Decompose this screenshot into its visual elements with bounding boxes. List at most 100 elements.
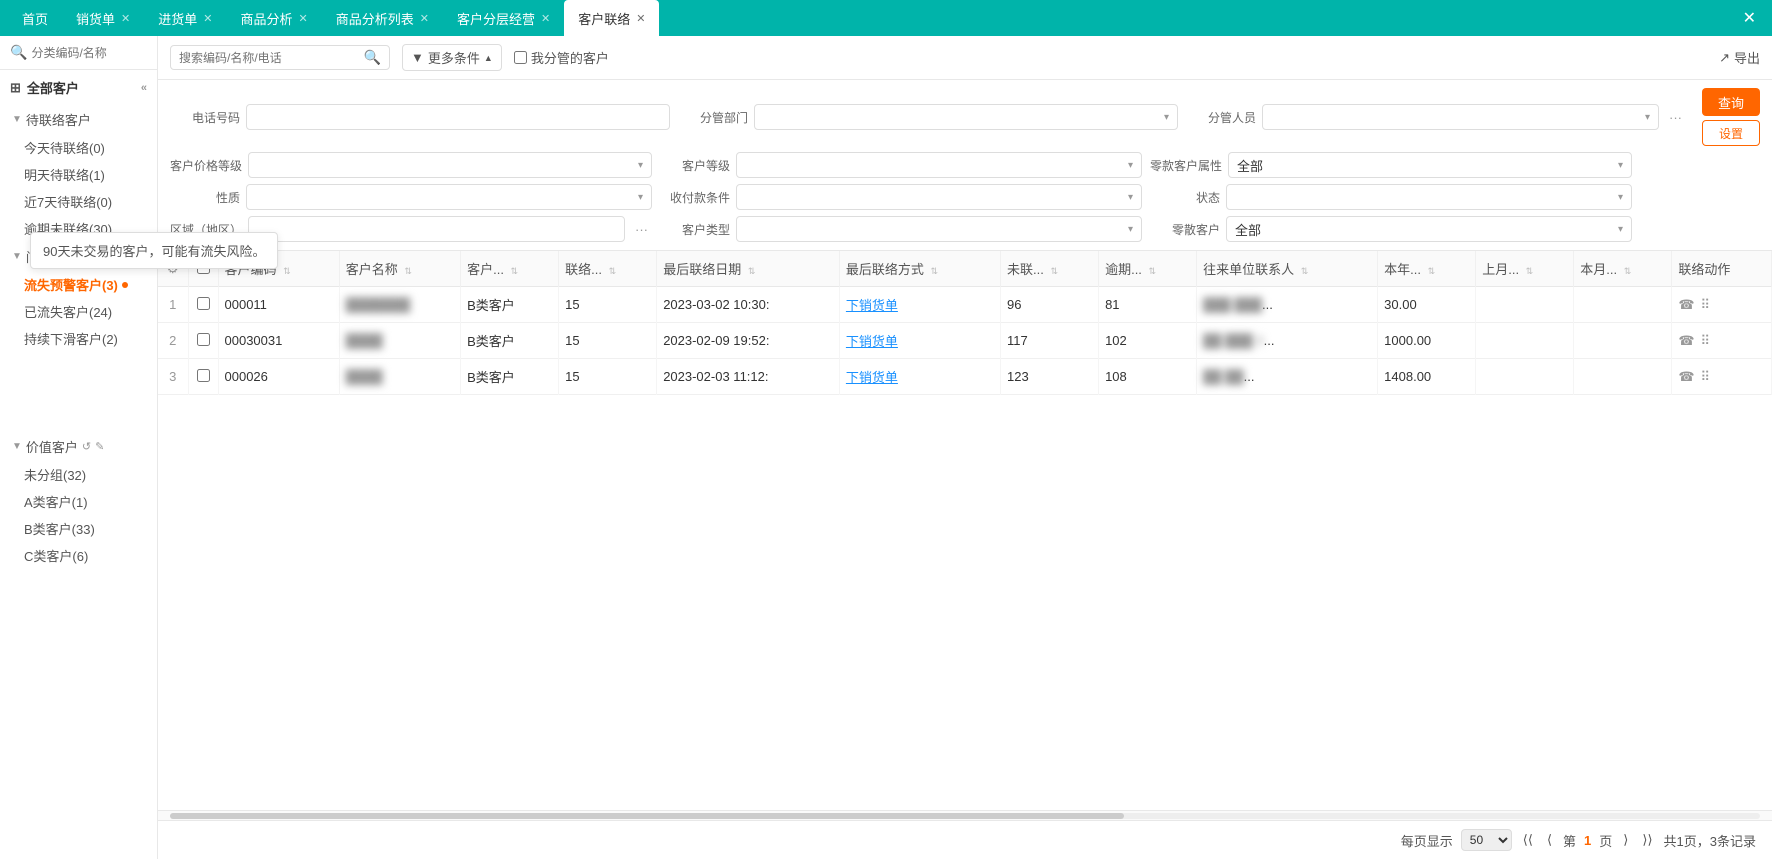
my-customers-checkbox[interactable] <box>514 51 527 64</box>
filter-payment-select[interactable]: ▾ <box>736 184 1142 210</box>
active-dot-icon <box>122 282 128 288</box>
sidebar-item-b-class[interactable]: B类客户(33) <box>0 515 157 542</box>
action-more-icon-3[interactable]: ⠿ <box>1701 369 1711 385</box>
filter-region-more[interactable]: ··· <box>631 222 652 237</box>
export-icon: ↗ <box>1719 50 1730 66</box>
row-last-type-2[interactable]: 下销货单 <box>839 323 1000 359</box>
tab-product-analysis[interactable]: 商品分析 ✕ <box>226 0 321 36</box>
col-last-month[interactable]: 上月... ⇅ <box>1476 251 1574 287</box>
col-this-month[interactable]: 本月... ⇅ <box>1574 251 1672 287</box>
tab-close-customer-contact[interactable]: ✕ <box>636 12 645 25</box>
filter-dept-label: 分管部门 <box>678 109 748 126</box>
row-checkbox-3[interactable] <box>188 359 218 395</box>
tab-close-sales-order[interactable]: ✕ <box>121 12 130 25</box>
grid-icon: ⊞ <box>10 80 21 96</box>
tab-customer-tier[interactable]: 客户分层经营 ✕ <box>443 0 564 36</box>
filter-status-select[interactable]: ▾ <box>1226 184 1632 210</box>
sidebar-search-input[interactable] <box>31 46 147 60</box>
filter-person-more[interactable]: ··· <box>1665 110 1686 125</box>
chevron-down-icon-nature: ▾ <box>638 192 643 203</box>
sidebar-item-churned[interactable]: 已流失客户(24) <box>0 298 157 325</box>
my-customers-label[interactable]: 我分管的客户 <box>514 48 609 67</box>
page-nav-prev[interactable]: ⟨ <box>1544 832 1555 848</box>
row-checkbox-2[interactable] <box>188 323 218 359</box>
sidebar-item-tomorrow-pending[interactable]: 明天待联络(1) <box>0 161 157 188</box>
filter-status-label: 状态 <box>1150 189 1220 206</box>
edit-icon[interactable]: ✎ <box>95 440 104 453</box>
tab-customer-contact[interactable]: 客户联络 ✕ <box>564 0 659 36</box>
sidebar-group-value[interactable]: ▼ 价值客户 ↺ ✎ <box>0 432 157 461</box>
filter-nature-select[interactable]: ▾ <box>246 184 652 210</box>
tab-sales-order[interactable]: 销货单 ✕ <box>62 0 144 36</box>
main-search-icon[interactable]: 🔍 <box>364 49 381 66</box>
col-name[interactable]: 客户名称 ⇅ <box>339 251 460 287</box>
sidebar-item-today-pending[interactable]: 今天待联络(0) <box>0 134 157 161</box>
row-last-month-2 <box>1476 323 1574 359</box>
refresh-icon[interactable]: ↺ <box>82 440 91 453</box>
tab-close-customer-tier[interactable]: ✕ <box>541 12 550 25</box>
tab-close-product-list[interactable]: ✕ <box>420 12 429 25</box>
sidebar-group-pending[interactable]: ▼ 待联络客户 <box>0 105 157 134</box>
col-contact-num[interactable]: 联络... ⇅ <box>559 251 657 287</box>
col-un-contact[interactable]: 未联... ⇅ <box>1001 251 1099 287</box>
action-more-icon-2[interactable]: ⠿ <box>1701 333 1711 349</box>
tab-home[interactable]: 首页 <box>8 0 62 36</box>
row-checkbox-1[interactable] <box>188 287 218 323</box>
col-last-contact-type[interactable]: 最后联络方式 ⇅ <box>839 251 1000 287</box>
query-button[interactable]: 查询 <box>1702 88 1760 116</box>
filter-person-select[interactable]: ▾ <box>1262 104 1659 130</box>
sidebar-item-unclassified[interactable]: 未分组(32) <box>0 461 157 488</box>
col-type[interactable]: 客户... ⇅ <box>461 251 559 287</box>
sidebar-item-c-class[interactable]: C类客户(6) <box>0 542 157 569</box>
filter-retail-prop-select[interactable]: 全部 ▾ <box>1228 152 1632 178</box>
page-size-select[interactable]: 50 100 200 <box>1461 829 1512 851</box>
action-more-icon-1[interactable]: ⠿ <box>1701 297 1711 313</box>
sidebar-item-a-class[interactable]: A类客户(1) <box>0 488 157 515</box>
action-contact-icon-1[interactable]: ☎ <box>1678 297 1694 313</box>
sidebar-search-area: 🔍 <box>0 36 157 70</box>
row-last-type-1[interactable]: 下销货单 <box>839 287 1000 323</box>
row-code-3: 000026 <box>218 359 339 395</box>
col-contact-person[interactable]: 往来单位联系人 ⇅ <box>1197 251 1378 287</box>
filter-cust-grade-select[interactable]: ▾ <box>736 152 1142 178</box>
action-contact-icon-3[interactable]: ☎ <box>1678 369 1694 385</box>
export-btn[interactable]: ↗ 导出 <box>1719 48 1760 67</box>
filter-cust-type-select[interactable]: ▾ <box>736 216 1142 242</box>
filter-dept-select[interactable]: ▾ <box>754 104 1178 130</box>
row-type-3: B类客户 <box>461 359 559 395</box>
col-action: 联络动作 <box>1672 251 1772 287</box>
filter-row-1: 电话号码 分管部门 ▾ 分管人员 ▾ ··· <box>170 88 1760 146</box>
filter-region-select[interactable] <box>248 216 625 242</box>
tab-close-purchase-order[interactable]: ✕ <box>203 12 212 25</box>
row-action-3: ☎ ⠿ <box>1672 359 1772 395</box>
col-last-contact-date[interactable]: 最后联络日期 ⇅ <box>657 251 840 287</box>
page-nav-next[interactable]: ⟩ <box>1620 832 1631 848</box>
row-type-1: B类客户 <box>461 287 559 323</box>
filter-price-grade-select[interactable]: ▾ <box>248 152 652 178</box>
sidebar-all-customers[interactable]: ⊞ 全部客户 « <box>0 70 157 105</box>
page-nav-first[interactable]: ⟨⟨ <box>1520 832 1536 848</box>
chevron-down-icon-scatter: ▾ <box>1618 224 1623 235</box>
sidebar-item-7day-pending[interactable]: 近7天待联络(0) <box>0 188 157 215</box>
tab-purchase-order[interactable]: 进货单 ✕ <box>144 0 226 36</box>
window-close-button[interactable]: ✕ <box>1735 8 1764 28</box>
tab-close-product-analysis[interactable]: ✕ <box>299 12 308 25</box>
filter-scatter-select[interactable]: 全部 ▾ <box>1226 216 1632 242</box>
row-last-type-3[interactable]: 下销货单 <box>839 359 1000 395</box>
page-nav-last[interactable]: ⟩⟩ <box>1639 832 1655 848</box>
h-scrollbar-thumb[interactable] <box>170 813 1124 819</box>
tooltip-churn: 90天未交易的客户，可能有流失风险。 <box>30 232 158 269</box>
row-this-year-3: 1408.00 <box>1378 359 1476 395</box>
filter-phone-input[interactable] <box>246 104 670 130</box>
sidebar-item-churn-warning[interactable]: 流失预警客户(3) <box>0 271 157 298</box>
col-this-year[interactable]: 本年... ⇅ <box>1378 251 1476 287</box>
sidebar-item-declining[interactable]: 持续下滑客户(2) <box>0 325 157 352</box>
tab-bar: 首页 销货单 ✕ 进货单 ✕ 商品分析 ✕ 商品分析列表 ✕ 客户分层经营 ✕ … <box>0 0 1772 36</box>
more-conditions-btn[interactable]: ▼ 更多条件 ▲ <box>402 44 502 71</box>
col-overdue[interactable]: 逾期... ⇅ <box>1099 251 1197 287</box>
sort-icon-cp: ⇅ <box>1301 266 1309 276</box>
settings-button[interactable]: 设置 <box>1702 120 1760 146</box>
tab-product-list[interactable]: 商品分析列表 ✕ <box>322 0 443 36</box>
action-contact-icon-2[interactable]: ☎ <box>1678 333 1694 349</box>
main-search-input[interactable] <box>179 51 364 65</box>
